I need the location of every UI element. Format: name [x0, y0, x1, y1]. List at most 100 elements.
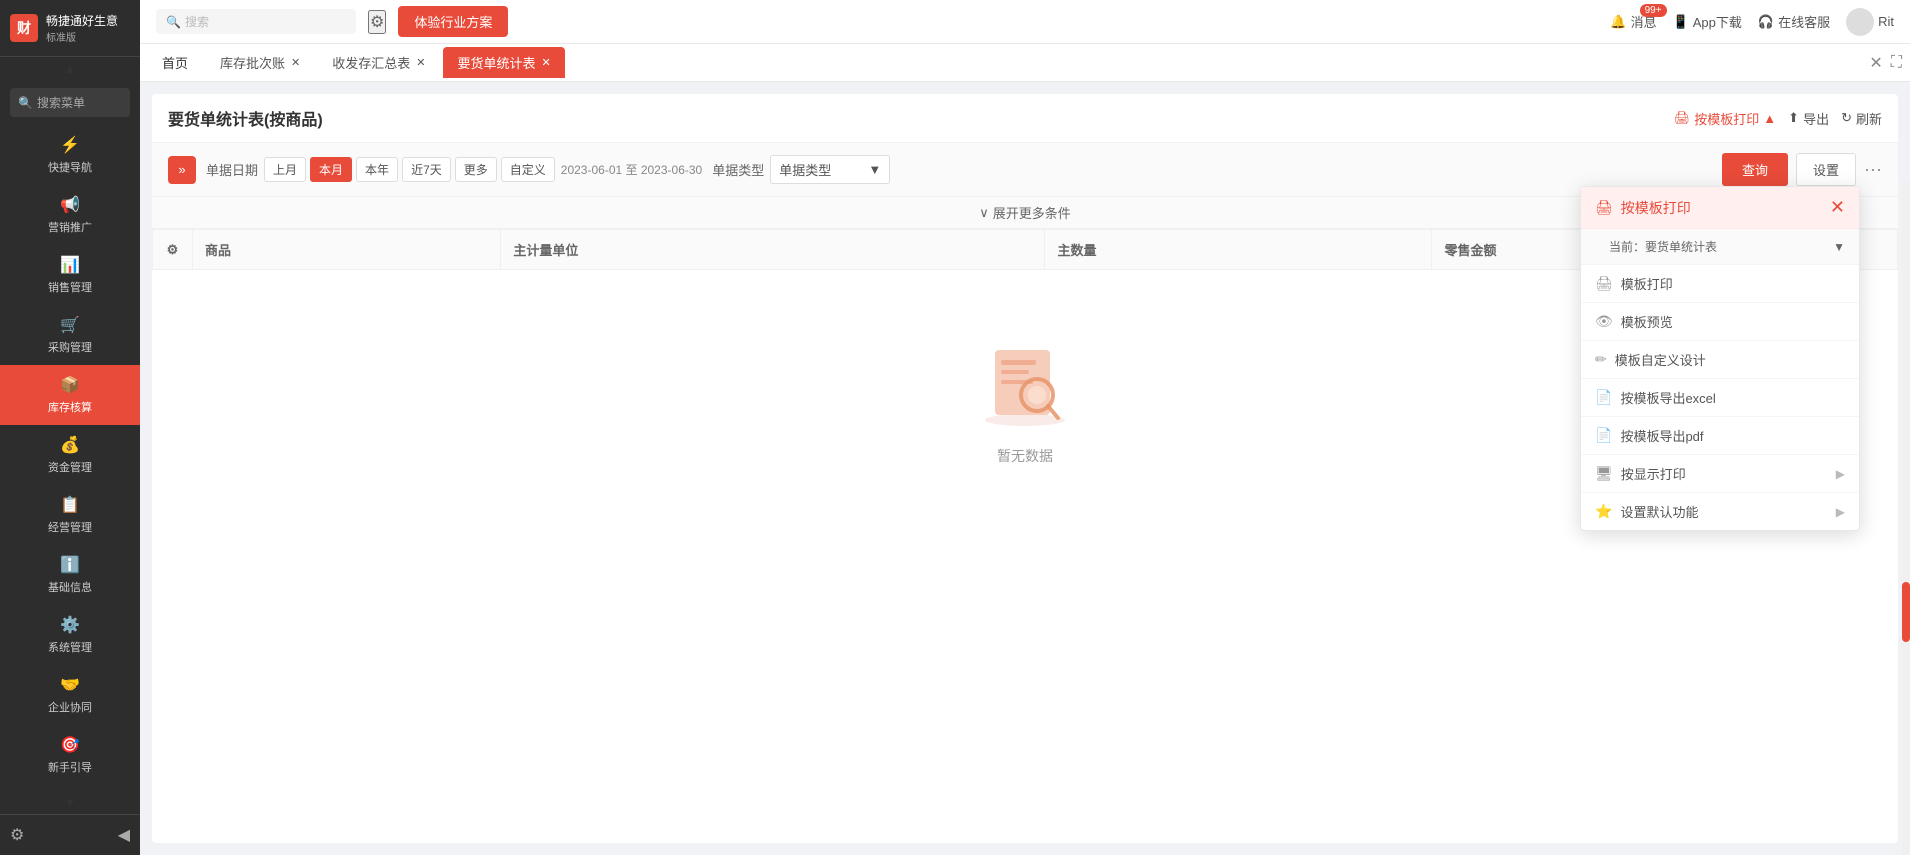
box-icon: 📦	[60, 375, 80, 395]
tab-receivable-summary[interactable]: 收发存汇总表 ✕	[318, 47, 439, 78]
service-icon: 🎧	[1758, 14, 1774, 30]
print-template-button[interactable]: 🖨 按模板打印 ▲	[1674, 109, 1776, 128]
table-settings-icon[interactable]: ⚙	[167, 242, 179, 257]
collapse-sidebar-button[interactable]: ◀	[118, 825, 130, 845]
display-icon: 🖥	[1595, 465, 1613, 482]
sidebar-logo-text: 畅捷通好生意 标准版	[46, 12, 118, 44]
sidebar-item-operation[interactable]: 📋 经营管理	[0, 485, 140, 545]
print-dropdown-header: 🖨 按模板打印 ✕	[1581, 187, 1859, 229]
preview-icon: 👁	[1595, 313, 1613, 330]
table-col-settings[interactable]: ⚙	[153, 230, 193, 270]
chevron-right-icon: »	[178, 162, 185, 177]
dropdown-item-display-print[interactable]: 🖥 按显示打印 ▶	[1581, 455, 1859, 493]
type-filter-label: 单据类型	[712, 160, 764, 179]
search-topbar-icon: 🔍	[166, 15, 181, 29]
type-filter-select[interactable]: 单据类型 ▼	[770, 155, 890, 184]
sidebar-item-marketing[interactable]: 📢 营销推广	[0, 185, 140, 245]
sidebar-item-purchase[interactable]: 🛒 采购管理	[0, 305, 140, 365]
printer-dropdown-icon: 🖨	[1595, 199, 1613, 216]
date-buttons: 上月 本月 本年 近7天 更多 自定义	[264, 157, 555, 182]
empty-text: 暂无数据	[997, 446, 1053, 466]
sidebar-scroll-down[interactable]: ▼	[0, 791, 140, 814]
cart-icon: 🛒	[60, 315, 80, 335]
query-button[interactable]: 查询	[1722, 153, 1788, 186]
export-button[interactable]: ⬆ 导出	[1788, 109, 1829, 128]
sidebar-item-basic-info[interactable]: ℹ️ 基础信息	[0, 545, 140, 605]
date-filter-group: 单据日期 上月 本月 本年 近7天 更多 自定义 2023-06-01 至 20…	[206, 157, 702, 182]
current-template-item[interactable]: 当前：要货单统计表 ▼	[1581, 229, 1859, 265]
sidebar-item-collab[interactable]: 🤝 企业协同	[0, 665, 140, 725]
query-actions: 查询 设置 ···	[1722, 153, 1882, 186]
mobile-icon: 📱	[1673, 14, 1689, 30]
tabs-right-actions: ✕ ⛶	[1869, 53, 1902, 73]
message-button[interactable]: 🔔 消息 99+	[1610, 12, 1656, 31]
gear-nav-icon: ⚙️	[60, 615, 80, 635]
app-download-button[interactable]: 📱 App下载	[1673, 12, 1742, 31]
online-service-button[interactable]: 🎧 在线客服	[1758, 12, 1830, 31]
sidebar-search-area[interactable]: 🔍 搜索菜单	[0, 80, 140, 125]
close-tab-inventory-batch[interactable]: ✕	[291, 56, 300, 69]
sidebar-item-finance[interactable]: 💰 资金管理	[0, 425, 140, 485]
print-dropdown: 🖨 按模板打印 ✕ 当前：要货单统计表 ▼ 🖨 模板打印 👁 模板预览	[1580, 186, 1860, 531]
topbar-search[interactable]: 🔍 搜索	[156, 9, 356, 34]
more-date-btn[interactable]: 更多	[455, 157, 497, 182]
filter-settings-button[interactable]: 设置	[1796, 153, 1856, 186]
sidebar-item-system[interactable]: ⚙️ 系统管理	[0, 605, 140, 665]
sidebar-item-inventory[interactable]: 📦 库存核算	[0, 365, 140, 425]
sidebar-item-sales[interactable]: 📊 销售管理	[0, 245, 140, 305]
dropdown-item-export-pdf[interactable]: 📄 按模板导出pdf	[1581, 417, 1859, 455]
sidebar-scroll-up[interactable]: ▲	[0, 57, 140, 80]
sidebar-footer: ⚙ ◀	[0, 814, 140, 855]
page-header: 要货单统计表(按商品) 🖨 按模板打印 ▲ ⬆ 导出 ↻ 刷新	[152, 94, 1898, 143]
tab-inventory-batch[interactable]: 库存批次账 ✕	[206, 47, 314, 78]
table-col-unit: 主计量单位	[501, 230, 1045, 270]
user-avatar-area[interactable]: Rit	[1846, 8, 1894, 36]
search-icon: 🔍	[18, 96, 33, 110]
tabs-bar: 首页 库存批次账 ✕ 收发存汇总表 ✕ 要货单统计表 ✕ ✕ ⛶	[140, 44, 1910, 82]
settings-footer-button[interactable]: ⚙	[10, 825, 24, 845]
dropdown-item-template-design[interactable]: ✏ 模板自定义设计	[1581, 341, 1859, 379]
close-tab-receivable-summary[interactable]: ✕	[416, 56, 425, 69]
avatar	[1846, 8, 1874, 36]
custom-date-btn[interactable]: 自定义	[501, 157, 555, 182]
sidebar-item-guide[interactable]: 🎯 新手引导	[0, 725, 140, 785]
sidebar: 财 畅捷通好生意 标准版 ▲ 🔍 搜索菜单 ⚡ 快捷导航 📢 营销推广 📊 销售…	[0, 0, 140, 855]
topbar-right: 🔔 消息 99+ 📱 App下载 🎧 在线客服 Rit	[1610, 8, 1894, 36]
chevron-down-current-icon: ▼	[1833, 240, 1845, 254]
close-all-tabs-button[interactable]: ✕	[1869, 53, 1882, 73]
current-year-btn[interactable]: 本年	[356, 157, 398, 182]
print-dropdown-title: 🖨 按模板打印	[1595, 198, 1691, 218]
page-actions: 🖨 按模板打印 ▲ ⬆ 导出 ↻ 刷新	[1674, 109, 1882, 128]
last-7-days-btn[interactable]: 近7天	[402, 157, 451, 182]
search-menu-button[interactable]: 🔍 搜索菜单	[10, 88, 130, 117]
trial-plan-button[interactable]: 体验行业方案	[398, 6, 508, 37]
dropdown-item-default-func[interactable]: ⭐ 设置默认功能 ▶	[1581, 493, 1859, 530]
type-filter-group: 单据类型 单据类型 ▼	[712, 155, 890, 184]
dropdown-item-template-preview[interactable]: 👁 模板预览	[1581, 303, 1859, 341]
prev-month-btn[interactable]: 上月	[264, 157, 306, 182]
tab-home[interactable]: 首页	[148, 47, 202, 78]
expand-more-conditions-button[interactable]: ∨ 展开更多条件	[979, 203, 1071, 222]
print-dropdown-close-button[interactable]: ✕	[1830, 197, 1845, 218]
filter-expand-button[interactable]: »	[168, 156, 196, 184]
tab-order-stats[interactable]: 要货单统计表 ✕	[443, 47, 564, 78]
right-scrollbar[interactable]	[1902, 182, 1910, 855]
sidebar-item-quick-nav[interactable]: ⚡ 快捷导航	[0, 125, 140, 185]
dropdown-item-template-print[interactable]: 🖨 模板打印	[1581, 265, 1859, 303]
main-content: 🔍 搜索 ⚙ 体验行业方案 🔔 消息 99+ 📱 App下载 🎧 在线客服	[140, 0, 1910, 855]
megaphone-icon: 📢	[60, 195, 80, 215]
dropdown-item-export-excel[interactable]: 📄 按模板导出excel	[1581, 379, 1859, 417]
sidebar-logo: 财 畅捷通好生意 标准版	[0, 0, 140, 57]
expand-more-icon: ∨	[979, 205, 989, 221]
chevron-down-select-icon: ▼	[868, 162, 881, 177]
more-actions-button[interactable]: ···	[1864, 153, 1882, 186]
expand-tabs-button[interactable]: ⛶	[1891, 53, 1902, 73]
topbar-gear-button[interactable]: ⚙	[368, 10, 386, 34]
page-title: 要货单统计表(按商品)	[168, 106, 323, 130]
refresh-button[interactable]: ↻ 刷新	[1841, 109, 1882, 128]
export-icon: ⬆	[1788, 110, 1799, 126]
close-tab-order-stats[interactable]: ✕	[542, 56, 551, 69]
scrollbar-thumb[interactable]	[1902, 582, 1910, 642]
empty-illustration	[965, 330, 1085, 430]
current-month-btn[interactable]: 本月	[310, 157, 352, 182]
